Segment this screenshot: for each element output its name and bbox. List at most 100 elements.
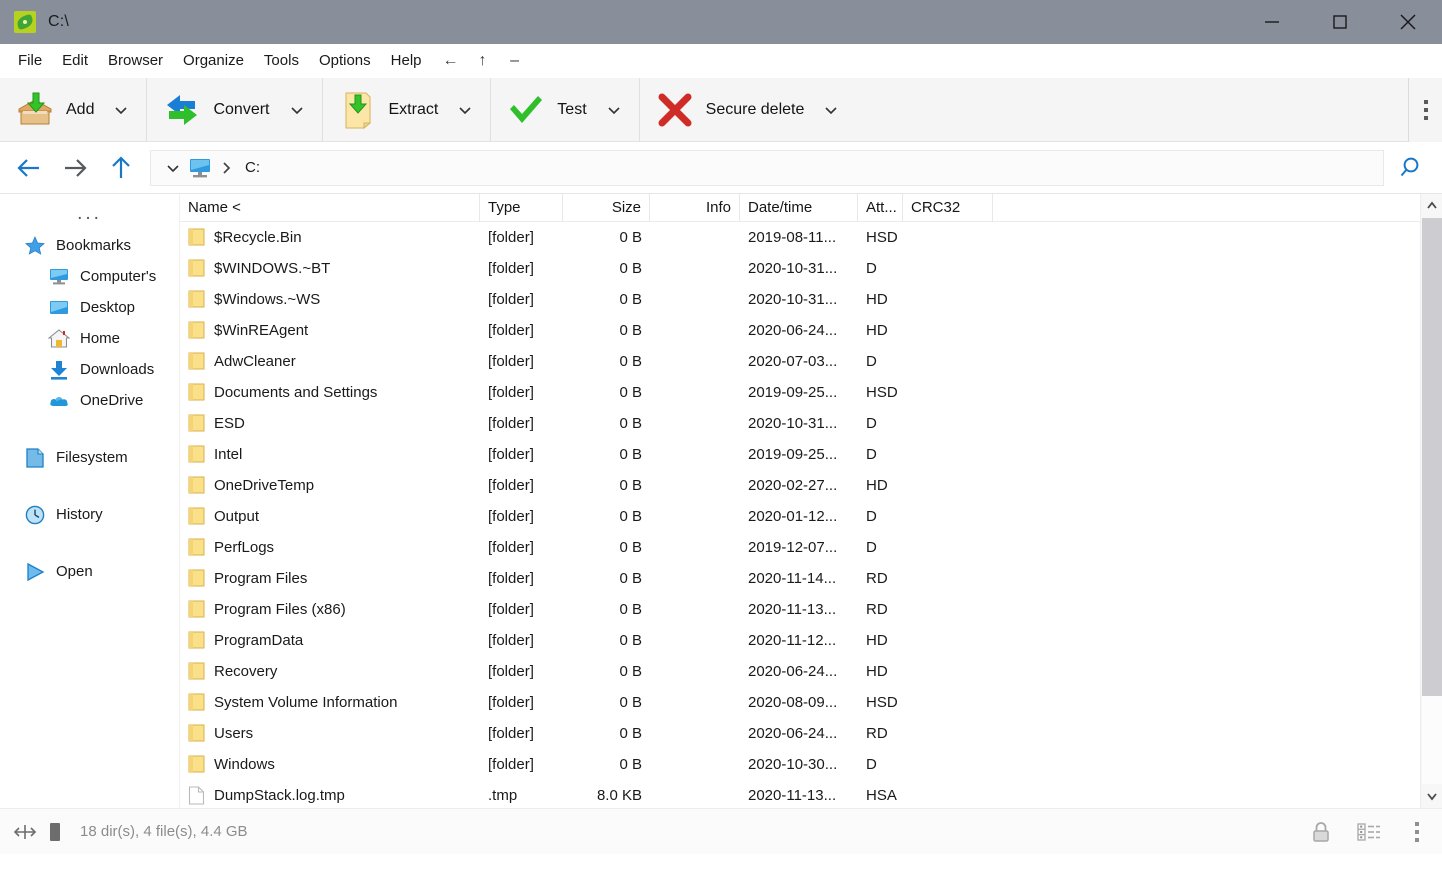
- extract-chevron-down-icon[interactable]: [454, 99, 476, 121]
- convert-chevron-down-icon[interactable]: [286, 99, 308, 121]
- add-chevron-down-icon[interactable]: [110, 99, 132, 121]
- close-icon[interactable]: [1374, 0, 1442, 44]
- test-chevron-down-icon[interactable]: [603, 99, 625, 121]
- column-header-type[interactable]: Type: [480, 193, 563, 222]
- table-row[interactable]: PerfLogs [folder] 0 B 2019-12-07... D: [180, 532, 1420, 563]
- menu-back-arrow[interactable]: ←: [436, 48, 466, 74]
- table-row[interactable]: Program Files [folder] 0 B 2020-11-14... RD: [180, 563, 1420, 594]
- menu-minus[interactable]: –: [500, 48, 530, 74]
- secure-delete-button[interactable]: Secure delete: [640, 78, 857, 142]
- sidebar-item-open[interactable]: Open: [0, 556, 179, 587]
- column-header-datetime[interactable]: Date/time: [740, 193, 858, 222]
- list-view-icon[interactable]: [1352, 813, 1386, 851]
- resize-handle-icon[interactable]: [10, 822, 40, 842]
- scrollbar-thumb[interactable]: [1421, 218, 1442, 696]
- column-header-att[interactable]: Att...: [858, 193, 903, 222]
- table-row[interactable]: ProgramData [folder] 0 B 2020-11-12... HD: [180, 625, 1420, 656]
- cell-att: D: [866, 415, 877, 432]
- scrollbar-track[interactable]: [1421, 218, 1442, 784]
- sidebar-overflow-icon[interactable]: ...: [0, 202, 179, 230]
- table-row[interactable]: ESD [folder] 0 B 2020-10-31... D: [180, 408, 1420, 439]
- column-header-size[interactable]: Size: [563, 193, 650, 222]
- toolbar-overflow-icon[interactable]: [1408, 78, 1442, 142]
- sidebar-item-filesystem[interactable]: Filesystem: [0, 442, 179, 473]
- secure-delete-chevron-down-icon[interactable]: [820, 99, 842, 121]
- menu-item-help[interactable]: Help: [381, 48, 432, 73]
- cell-size: 0 B: [619, 477, 642, 494]
- table-row[interactable]: $WINDOWS.~BT [folder] 0 B 2020-10-31... D: [180, 253, 1420, 284]
- sidebar-item-desktop[interactable]: Desktop: [0, 292, 179, 323]
- table-row[interactable]: Recovery [folder] 0 B 2020-06-24... HD: [180, 656, 1420, 687]
- menu-up-arrow[interactable]: ↑: [468, 48, 498, 74]
- menu-item-options[interactable]: Options: [309, 48, 381, 73]
- table-row[interactable]: $Windows.~WS [folder] 0 B 2020-10-31... HD: [180, 284, 1420, 315]
- path-box[interactable]: C:: [150, 149, 1384, 186]
- scroll-down-chevron-down-icon[interactable]: [1421, 784, 1442, 808]
- table-row[interactable]: System Volume Information [folder] 0 B 2020…: [180, 687, 1420, 718]
- maximize-icon[interactable]: [1306, 0, 1374, 44]
- sidebar-item-downloads[interactable]: Downloads: [0, 354, 179, 385]
- table-row[interactable]: Output [folder] 0 B 2020-01-12... D: [180, 501, 1420, 532]
- menu-item-browser[interactable]: Browser: [98, 48, 173, 73]
- cell-datetime: 2019-08-11...: [748, 229, 837, 246]
- secure-delete-button-label: Secure delete: [705, 100, 805, 118]
- sidebar-item-onedrive[interactable]: OneDrive: [0, 385, 179, 416]
- column-header-crc32[interactable]: CRC32: [903, 193, 993, 222]
- add-button[interactable]: Add: [0, 77, 148, 142]
- sidebar-item-home[interactable]: Home: [0, 323, 179, 354]
- menu-item-file[interactable]: File: [8, 48, 52, 73]
- cell-size: 0 B: [619, 322, 642, 339]
- path-text[interactable]: C:: [245, 159, 260, 176]
- menu-bar: File Edit Browser Organize Tools Options…: [0, 44, 1442, 78]
- sidebar-divider-1: [0, 416, 179, 442]
- cell-type: [folder]: [488, 229, 534, 246]
- sidebar-item-history[interactable]: History: [0, 499, 179, 530]
- column-header-info[interactable]: Info: [650, 193, 740, 222]
- cell-datetime: 2020-10-31...: [748, 291, 838, 308]
- back-arrow-icon[interactable]: [6, 146, 52, 190]
- more-options-icon[interactable]: [1400, 813, 1434, 851]
- test-button[interactable]: Test: [491, 77, 640, 142]
- menu-item-organize[interactable]: Organize: [173, 48, 254, 73]
- table-row[interactable]: AdwCleaner [folder] 0 B 2020-07-03... D: [180, 346, 1420, 377]
- minimize-icon[interactable]: [1238, 0, 1306, 44]
- cell-size: 0 B: [619, 725, 642, 742]
- menu-item-edit[interactable]: Edit: [52, 48, 98, 73]
- path-chevron-down-icon[interactable]: [159, 160, 187, 176]
- cell-name: System Volume Information: [180, 693, 480, 712]
- menu-item-tools[interactable]: Tools: [254, 48, 309, 73]
- table-row[interactable]: Documents and Settings [folder] 0 B 2019-09…: [180, 377, 1420, 408]
- table-row[interactable]: $Recycle.Bin [folder] 0 B 2019-08-11... HSD: [180, 222, 1420, 253]
- column-header-name[interactable]: Name <: [180, 193, 480, 222]
- forward-arrow-icon[interactable]: [52, 146, 98, 190]
- up-arrow-icon[interactable]: [98, 146, 144, 190]
- folder-icon: [188, 569, 205, 587]
- extract-button[interactable]: Extract: [323, 77, 492, 142]
- cell-name: $Recycle.Bin: [180, 228, 480, 247]
- lock-icon[interactable]: [1304, 813, 1338, 851]
- cell-size: 0 B: [619, 291, 642, 308]
- cell-size: 0 B: [619, 508, 642, 525]
- folder-icon: [188, 445, 205, 463]
- cell-size: 0 B: [619, 601, 642, 618]
- folder-icon: [188, 693, 205, 711]
- search-icon[interactable]: [1384, 146, 1436, 190]
- cell-name: ESD: [180, 414, 480, 433]
- file-name-label: Recovery: [214, 663, 278, 680]
- convert-button[interactable]: Convert: [147, 77, 323, 142]
- desktop-icon: [50, 300, 68, 314]
- table-row[interactable]: Users [folder] 0 B 2020-06-24... RD: [180, 718, 1420, 749]
- sidebar-item-computers[interactable]: Computer's: [0, 261, 179, 292]
- table-row[interactable]: Windows [folder] 0 B 2020-10-30... D: [180, 749, 1420, 780]
- table-row[interactable]: Intel [folder] 0 B 2019-09-25... D: [180, 439, 1420, 470]
- scroll-up-chevron-up-icon[interactable]: [1421, 194, 1442, 218]
- computer-icon[interactable]: [187, 157, 213, 179]
- table-row[interactable]: DumpStack.log.tmp .tmp 8.0 KB 2020-11-13...…: [180, 780, 1420, 808]
- drive-icon[interactable]: [40, 821, 70, 843]
- table-row[interactable]: Program Files (x86) [folder] 0 B 2020-11-13…: [180, 594, 1420, 625]
- scrollbar-track-lower[interactable]: [1421, 696, 1442, 784]
- sidebar-item-bookmarks[interactable]: Bookmarks: [0, 230, 179, 261]
- table-row[interactable]: OneDriveTemp [folder] 0 B 2020-02-27... HD: [180, 470, 1420, 501]
- vertical-scrollbar[interactable]: [1420, 194, 1442, 808]
- table-row[interactable]: $WinREAgent [folder] 0 B 2020-06-24... HD: [180, 315, 1420, 346]
